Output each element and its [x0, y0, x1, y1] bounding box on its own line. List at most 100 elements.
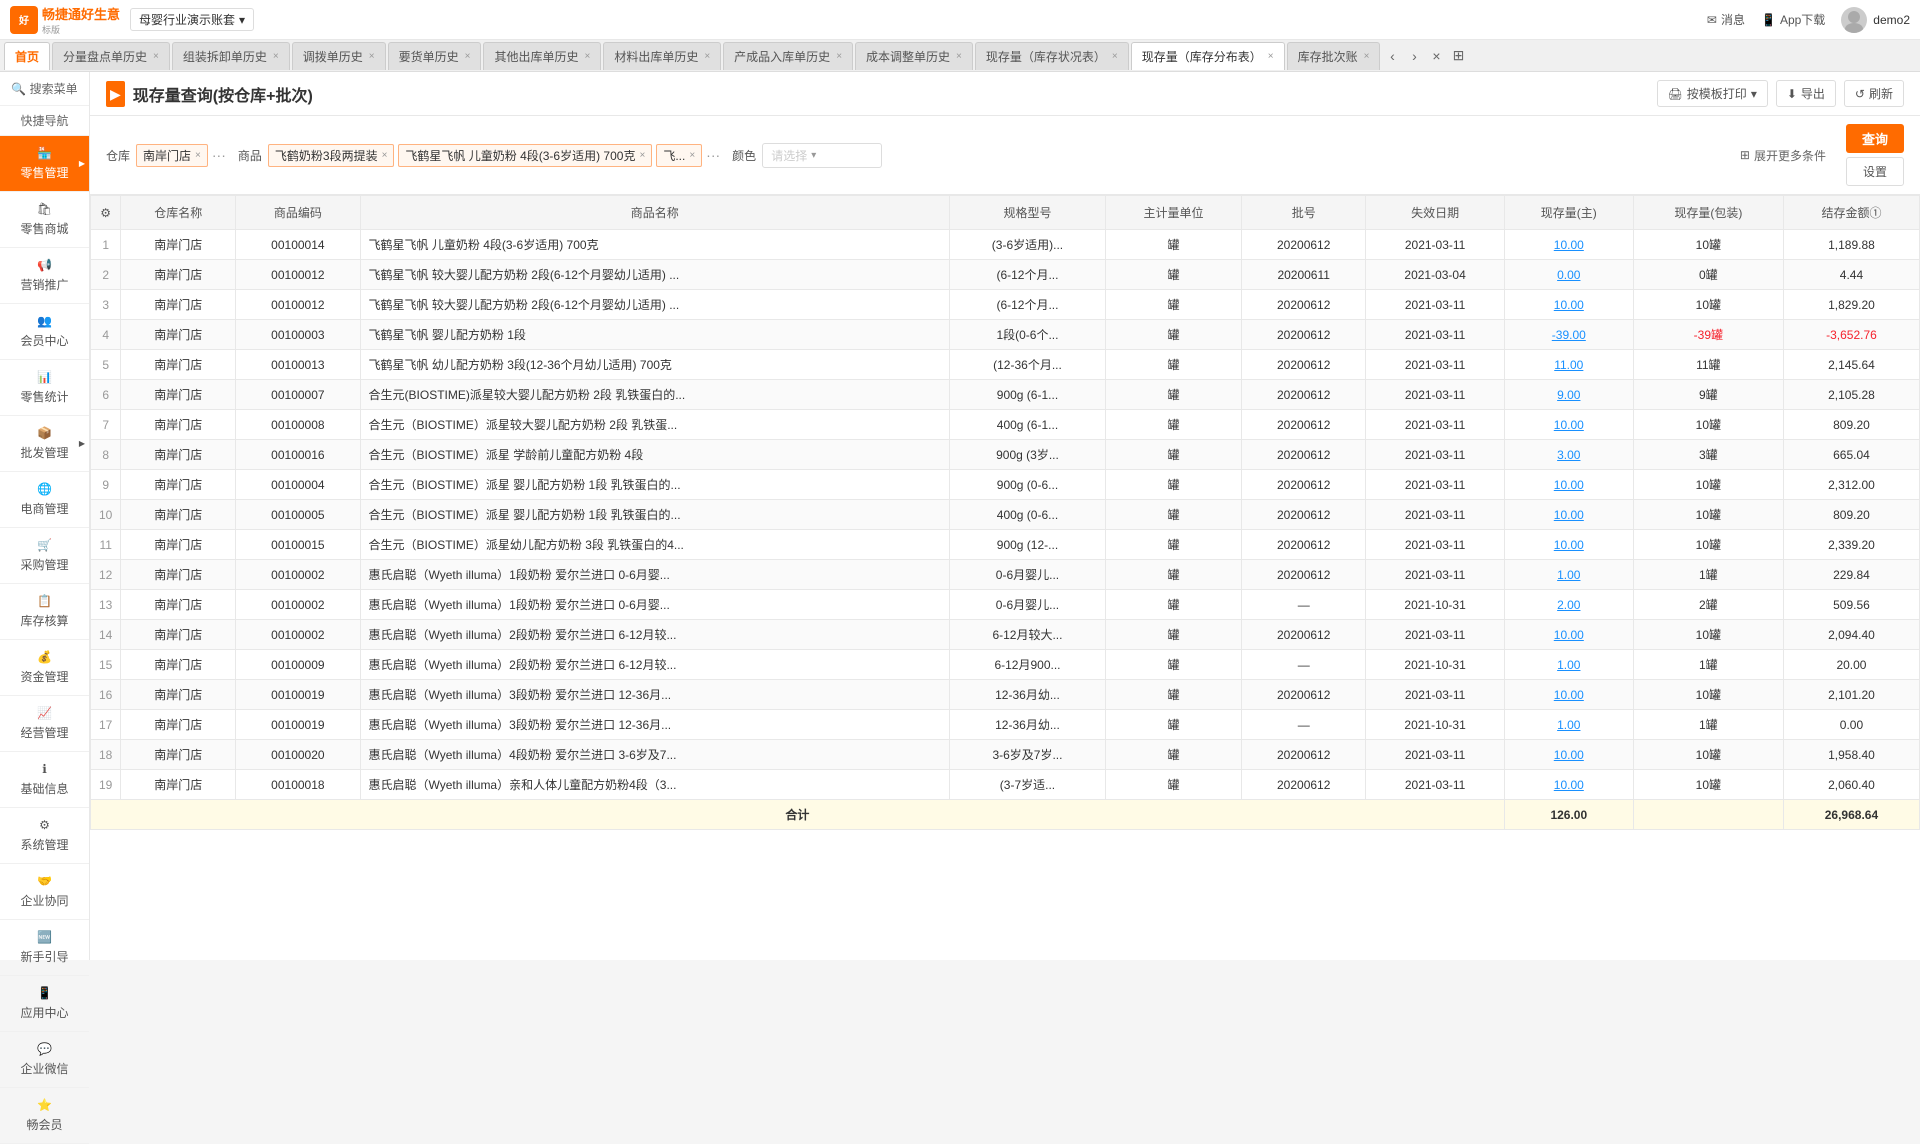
row-qty-main[interactable]: 9.00: [1504, 380, 1633, 410]
tab-3[interactable]: 调拨单历史 ×: [292, 42, 386, 70]
tab-menu-btn[interactable]: ⊞: [1448, 42, 1468, 70]
row-qty-main[interactable]: 10.00: [1504, 740, 1633, 770]
tab-1[interactable]: 分量盘点单历史 ×: [52, 42, 170, 70]
tab-8-close[interactable]: ×: [956, 51, 962, 62]
sidebar-item-retail-mall[interactable]: 🛍 零售商城: [0, 192, 89, 248]
sidebar-item-enterprise[interactable]: 🤝 企业协同: [0, 864, 89, 920]
message-btn[interactable]: ✉ 消息: [1707, 11, 1745, 28]
row-qty-main[interactable]: 10.00: [1504, 470, 1633, 500]
tab-2-close[interactable]: ×: [273, 51, 279, 62]
export-btn[interactable]: ⬇ 导出: [1776, 80, 1836, 107]
sidebar-item-ecommerce[interactable]: 🌐 电商管理: [0, 472, 89, 528]
row-qty-main[interactable]: 1.00: [1504, 710, 1633, 740]
template-print-btn[interactable]: 🖨 按模板打印 ▾: [1657, 80, 1768, 107]
query-btn[interactable]: 查询: [1846, 124, 1904, 153]
row-qty-main[interactable]: 10.00: [1504, 500, 1633, 530]
sidebar-item-guide[interactable]: 🆕 新手引导: [0, 920, 89, 976]
sidebar-quick-nav[interactable]: 快捷导航: [0, 106, 89, 136]
row-qty-main[interactable]: 0.00: [1504, 260, 1633, 290]
sidebar-item-system[interactable]: ⚙ 系统管理: [0, 808, 89, 864]
sidebar-item-marketing-label: 营销推广: [20, 276, 68, 293]
warehouse-tag-0[interactable]: 南岸门店 ×: [136, 144, 208, 167]
tab-6[interactable]: 材料出库单历史 ×: [603, 42, 721, 70]
row-spec: (3-6岁适用)...: [949, 230, 1105, 260]
refresh-btn[interactable]: ↺ 刷新: [1844, 80, 1904, 107]
tab-5[interactable]: 其他出库单历史 ×: [483, 42, 601, 70]
tab-5-close[interactable]: ×: [584, 51, 590, 62]
tab-10[interactable]: 现存量（库存分布表） ×: [1131, 42, 1285, 70]
col-warehouse: 仓库名称: [121, 196, 236, 230]
tab-4-close[interactable]: ×: [465, 51, 471, 62]
tab-2[interactable]: 组装拆卸单历史 ×: [172, 42, 290, 70]
row-qty-main[interactable]: -39.00: [1504, 320, 1633, 350]
row-qty-main[interactable]: 10.00: [1504, 410, 1633, 440]
goods-more-btn[interactable]: ···: [706, 147, 720, 163]
row-qty-pkg: 2罐: [1633, 590, 1783, 620]
tab-7[interactable]: 产成品入库单历史 ×: [723, 42, 853, 70]
table-row: 19 南岸门店 00100018 惠氏启聪（Wyeth illuma）亲和人体儿…: [91, 770, 1920, 800]
tab-close-all-btn[interactable]: ×: [1426, 42, 1446, 70]
tab-6-close[interactable]: ×: [704, 51, 710, 62]
sidebar-search[interactable]: 🔍 搜索菜单: [0, 72, 89, 106]
sidebar-item-retail-mgmt[interactable]: 🏪 零售管理 ▶: [0, 136, 89, 192]
warehouse-more-btn[interactable]: ···: [212, 147, 226, 163]
sidebar-item-wechat[interactable]: 💬 企业微信: [0, 1032, 89, 1088]
row-qty-main[interactable]: 11.00: [1504, 350, 1633, 380]
tab-8[interactable]: 成本调整单历史 ×: [855, 42, 973, 70]
tab-4[interactable]: 要货单历史 ×: [388, 42, 482, 70]
filter-expand-btn[interactable]: ⊞ 展开更多条件: [1740, 147, 1826, 164]
setting-btn[interactable]: 设置: [1846, 157, 1904, 186]
row-amount: 809.20: [1783, 500, 1919, 530]
row-qty-main[interactable]: 10.00: [1504, 620, 1633, 650]
tab-9-close[interactable]: ×: [1112, 51, 1118, 62]
row-qty-main[interactable]: 10.00: [1504, 530, 1633, 560]
sidebar-item-purchase[interactable]: 🛒 采购管理: [0, 528, 89, 584]
goods-tag-close-1[interactable]: ×: [639, 150, 645, 161]
tab-10-close[interactable]: ×: [1268, 51, 1274, 62]
goods-tag-close-2[interactable]: ×: [689, 150, 695, 161]
color-select[interactable]: 请选择 ▾: [762, 143, 882, 168]
goods-tag-close-0[interactable]: ×: [382, 150, 388, 161]
sidebar-item-finance[interactable]: 💰 资金管理: [0, 640, 89, 696]
row-qty-main[interactable]: 2.00: [1504, 590, 1633, 620]
app-download-btn[interactable]: 📱 App下载: [1761, 11, 1825, 28]
sidebar-item-app-center[interactable]: 📱 应用中心: [0, 976, 89, 1032]
warehouse-tag-close-0[interactable]: ×: [195, 150, 201, 161]
goods-tag-text-0: 飞鹤奶粉3段两提装: [275, 147, 378, 164]
tab-11[interactable]: 库存批次账 ×: [1287, 42, 1381, 70]
sidebar-item-marketing[interactable]: 📢 营销推广: [0, 248, 89, 304]
row-qty-main[interactable]: 10.00: [1504, 230, 1633, 260]
top-bar: 好 畅捷通好生意 标版 母婴行业演示账套 ▾ ✉ 消息 📱 App下载 demo…: [0, 0, 1920, 40]
sidebar-item-inventory-label: 库存核算: [20, 612, 68, 629]
tab-11-close[interactable]: ×: [1364, 51, 1370, 62]
row-qty-main[interactable]: 10.00: [1504, 290, 1633, 320]
goods-tag-2[interactable]: 飞... ×: [656, 144, 702, 167]
row-qty-main[interactable]: 10.00: [1504, 680, 1633, 710]
tab-next-btn[interactable]: ›: [1404, 42, 1424, 70]
sidebar-item-wholesale[interactable]: 📦 批发管理 ▶: [0, 416, 89, 472]
row-qty-main[interactable]: 3.00: [1504, 440, 1633, 470]
sidebar-item-inventory[interactable]: 📋 库存核算: [0, 584, 89, 640]
row-batch: 20200611: [1242, 260, 1366, 290]
sidebar-item-vip[interactable]: ⭐ 畅会员: [0, 1088, 89, 1144]
row-qty-main[interactable]: 10.00: [1504, 770, 1633, 800]
tab-home[interactable]: 首页: [4, 42, 50, 70]
goods-tag-0[interactable]: 飞鹤奶粉3段两提装 ×: [268, 144, 395, 167]
sidebar-item-ops-mgmt[interactable]: 📈 经营管理: [0, 696, 89, 752]
tab-3-close[interactable]: ×: [369, 51, 375, 62]
sidebar-expand-btn[interactable]: ▶: [106, 81, 125, 107]
row-qty-main[interactable]: 1.00: [1504, 560, 1633, 590]
logo-icon: 好: [10, 6, 38, 34]
tab-prev-btn[interactable]: ‹: [1382, 42, 1402, 70]
page-header: ▶ 现存量查询(按仓库+批次) 🖨 按模板打印 ▾ ⬇ 导出 ↺ 刷新: [90, 72, 1920, 116]
col-qty-pkg: 现存量(包装): [1633, 196, 1783, 230]
tab-1-close[interactable]: ×: [153, 51, 159, 62]
goods-tag-1[interactable]: 飞鹤星飞帆 儿童奶粉 4段(3-6岁适用) 700克 ×: [398, 144, 652, 167]
tab-7-close[interactable]: ×: [836, 51, 842, 62]
sidebar-item-retail-stats[interactable]: 📊 零售统计: [0, 360, 89, 416]
sidebar-item-basic-info[interactable]: ℹ 基础信息: [0, 752, 89, 808]
sidebar-item-member[interactable]: 👥 会员中心: [0, 304, 89, 360]
tab-9[interactable]: 现存量（库存状况表） ×: [975, 42, 1129, 70]
account-selector[interactable]: 母婴行业演示账套 ▾: [130, 8, 254, 31]
row-qty-main[interactable]: 1.00: [1504, 650, 1633, 680]
